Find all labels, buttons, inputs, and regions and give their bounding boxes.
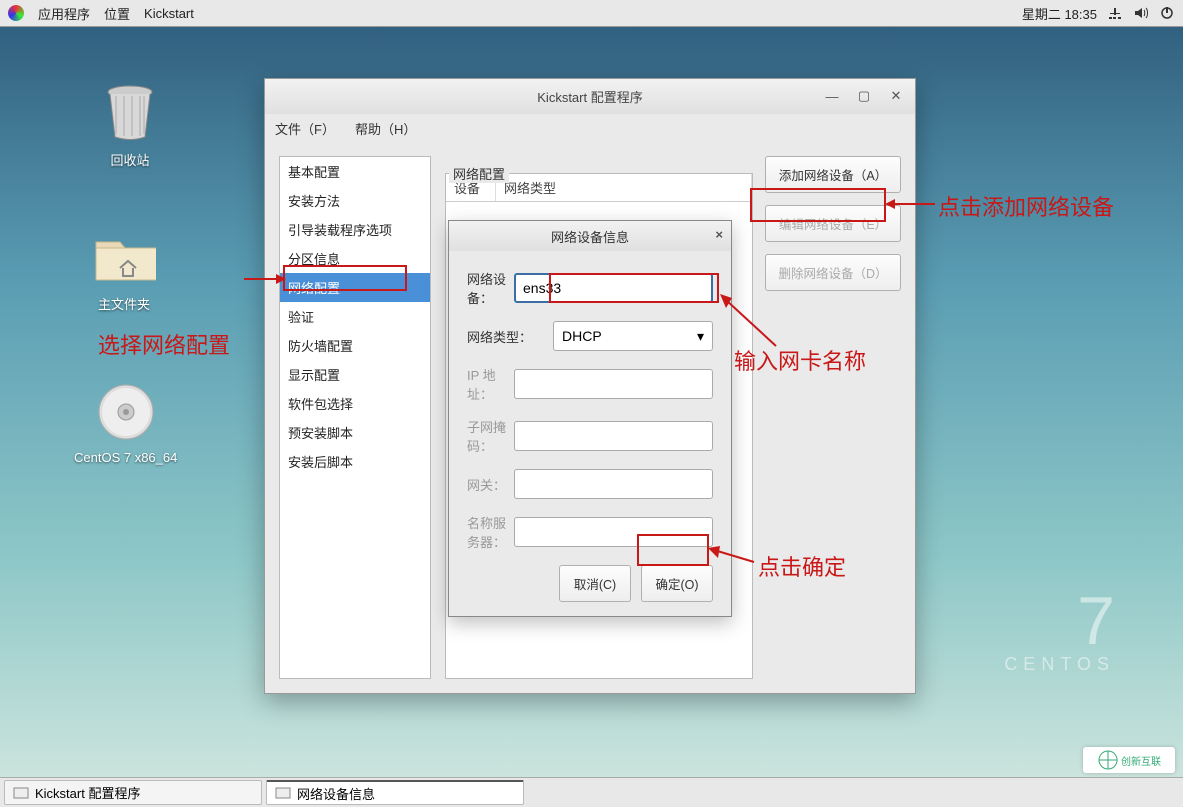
mask-input [514,421,713,451]
dialog-title: 网络设备信息 [551,227,629,246]
maximize-button[interactable]: ▢ [849,83,879,109]
gw-input [514,469,713,499]
label-gw: 网关： [467,475,514,494]
dialog-titlebar[interactable]: 网络设备信息 × [449,221,731,251]
label-ip: IP 地址： [467,365,514,403]
menu-help[interactable]: 帮助（H） [355,119,416,138]
sidebar-item-display[interactable]: 显示配置 [280,360,430,389]
window-titlebar[interactable]: Kickstart 配置程序 — ▢ ✕ [265,79,915,114]
add-device-button[interactable]: 添加网络设备（A） [765,156,901,193]
sidebar-item-packages[interactable]: 软件包选择 [280,389,430,418]
trash-label: 回收站 [110,150,149,169]
sidebar-item-postscript[interactable]: 安装后脚本 [280,447,430,476]
col-type[interactable]: 网络类型 [496,174,752,201]
clock[interactable]: 星期二 18:35 [1022,4,1097,23]
label-dns: 名称服务器： [467,513,514,551]
arrow-ok [708,544,758,568]
folder-home-icon [92,224,156,288]
sidebar-item-partition[interactable]: 分区信息 [280,244,430,273]
disc-label: CentOS 7 x86_64 [74,450,177,465]
task-kickstart[interactable]: Kickstart 配置程序 [4,780,262,805]
top-panel: 应用程序 位置 Kickstart 星期二 18:35 [0,0,1183,27]
desktop-disc[interactable]: CentOS 7 x86_64 [74,380,177,465]
label-device: 网络设备： [467,269,514,307]
chevron-down-icon: ▾ [697,328,704,345]
dialog-close-icon[interactable]: × [715,227,723,242]
type-combo[interactable]: DHCP ▾ [553,321,713,351]
section-title: 网络配置 [449,164,509,183]
menubar: 文件（F） 帮助（H） [265,114,915,142]
task-icon [13,785,29,801]
task-icon [275,785,291,801]
edit-device-button[interactable]: 编辑网络设备（E） [765,205,901,242]
network-icon[interactable] [1107,5,1123,21]
sidebar-item-bootloader[interactable]: 引导装载程序选项 [280,215,430,244]
power-icon[interactable] [1159,5,1175,21]
sidebar-item-firewall[interactable]: 防火墙配置 [280,331,430,360]
label-type: 网络类型： [467,327,553,346]
menu-applications[interactable]: 应用程序 [38,4,90,23]
menu-app-kickstart[interactable]: Kickstart [144,6,194,21]
desktop-trash[interactable]: 回收站 [98,80,162,169]
arrow-add [885,196,937,212]
anno-text-ok: 点击确定 [758,550,846,582]
centos-brand: 7 CENTOS [1004,582,1115,675]
os-logo-icon [8,5,24,21]
delete-device-button[interactable]: 删除网络设备（D） [765,254,901,291]
device-input[interactable] [514,273,713,303]
anno-text-add: 点击添加网络设备 [938,190,1114,222]
close-button[interactable]: ✕ [881,83,911,109]
menu-places[interactable]: 位置 [104,4,130,23]
task-dialog[interactable]: 网络设备信息 [266,780,524,805]
desktop-home[interactable]: 主文件夹 [92,224,156,313]
type-value: DHCP [562,328,602,344]
category-sidebar: 基本配置 安装方法 引导装载程序选项 分区信息 网络配置 验证 防火墙配置 显示… [279,156,431,679]
label-mask: 子网掩码： [467,417,514,455]
network-device-dialog: 网络设备信息 × 网络设备： 网络类型： DHCP ▾ IP 地址： 子网掩码：… [448,220,732,617]
sidebar-item-prescript[interactable]: 预安装脚本 [280,418,430,447]
watermark-logo: 创新互联 [1083,747,1175,773]
sidebar-item-basic[interactable]: 基本配置 [280,157,430,186]
sidebar-item-install[interactable]: 安装方法 [280,186,430,215]
arrow-sidebar [244,271,286,287]
sidebar-item-auth[interactable]: 验证 [280,302,430,331]
ok-button[interactable]: 确定(O) [641,565,713,602]
sidebar-item-network[interactable]: 网络配置 [280,273,430,302]
anno-text-input: 输入网卡名称 [734,344,866,376]
volume-icon[interactable] [1133,5,1149,21]
taskbar: Kickstart 配置程序 网络设备信息 [0,777,1183,807]
ip-input [514,369,713,399]
home-label: 主文件夹 [98,294,150,313]
window-title: Kickstart 配置程序 [537,87,642,106]
trash-icon [98,80,162,144]
dns-input [514,517,713,547]
cancel-button[interactable]: 取消(C) [559,565,631,602]
anno-text-sidebar: 选择网络配置 [98,328,230,360]
menu-file[interactable]: 文件（F） [275,119,335,138]
disc-icon [94,380,158,444]
minimize-button[interactable]: — [817,83,847,109]
